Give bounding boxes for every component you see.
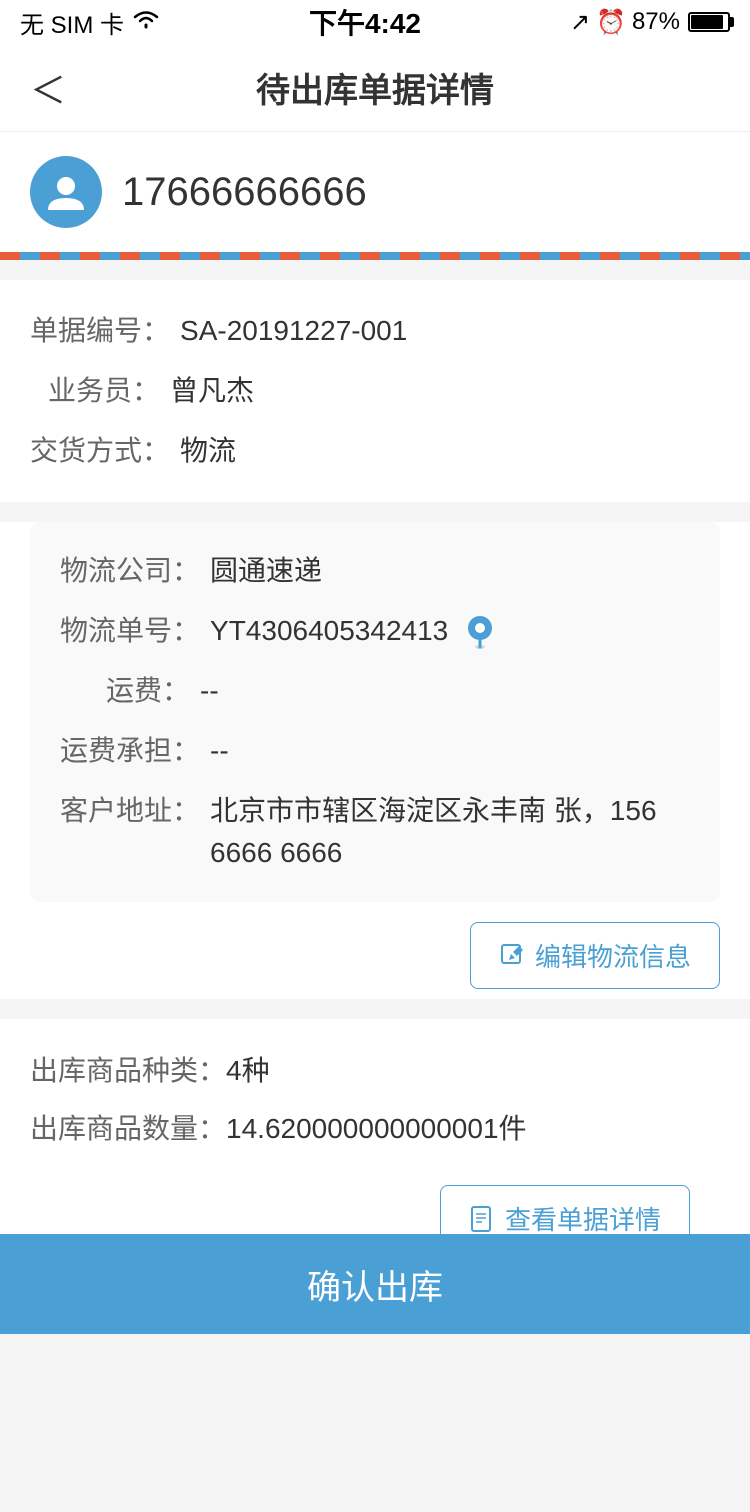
dashed-separator: [0, 252, 750, 260]
logistics-tracking-row: 物流单号： YT4306405342413: [60, 610, 690, 652]
logistics-freight-bearer-value: --: [210, 730, 690, 772]
document-icon: [469, 1205, 497, 1233]
salesman-label: 业务员：: [30, 370, 170, 412]
delivery-value: 物流: [180, 430, 720, 472]
logistics-section: 物流公司： 圆通速递 物流单号： YT4306405342413 运费： -- …: [0, 522, 750, 999]
confirm-bar[interactable]: 确认出库: [0, 1234, 750, 1334]
logistics-tracking-value: YT4306405342413: [210, 610, 690, 652]
carrier-label: 无 SIM 卡: [20, 5, 124, 40]
status-left: 无 SIM 卡: [20, 5, 160, 40]
status-right: ↗ ⏰ 87%: [570, 8, 730, 37]
location-status-icon: ↗: [570, 8, 590, 37]
logistics-address-row: 客户地址： 北京市市辖区海淀区永丰南 张，156 6666 6666: [60, 790, 690, 874]
user-header: 17666666666: [0, 132, 750, 252]
status-time: 下午4:42: [309, 2, 421, 42]
delivery-row: 交货方式： 物流: [30, 430, 720, 472]
page-title: 待出库单据详情: [256, 63, 494, 112]
logistics-card: 物流公司： 圆通速递 物流单号： YT4306405342413 运费： -- …: [30, 522, 720, 902]
user-phone: 17666666666: [122, 170, 367, 215]
goods-quantity-label: 出库商品数量：: [30, 1107, 226, 1147]
battery-percent: 87%: [632, 8, 680, 36]
logistics-freight-bearer-label: 运费承担：: [60, 730, 210, 772]
confirm-text: 确认出库: [307, 1260, 443, 1309]
avatar: [30, 156, 102, 228]
logistics-company-value: 圆通速递: [210, 550, 690, 592]
goods-types-label: 出库商品种类：: [30, 1049, 226, 1089]
nav-bar: ＜ 待出库单据详情: [0, 44, 750, 132]
logistics-address-label: 客户地址：: [60, 790, 210, 832]
order-no-value: SA-20191227-001: [180, 310, 720, 352]
order-info-section: 单据编号： SA-20191227-001 业务员： 曾凡杰 交货方式： 物流: [0, 280, 750, 502]
logistics-freight-label: 运费：: [60, 670, 200, 712]
edit-icon: [499, 942, 527, 970]
map-pin-icon[interactable]: [462, 613, 498, 649]
order-no-row: 单据编号： SA-20191227-001: [30, 310, 720, 352]
wifi-icon: [132, 8, 160, 36]
logistics-company-row: 物流公司： 圆通速递: [60, 550, 690, 592]
salesman-row: 业务员： 曾凡杰: [30, 370, 720, 412]
edit-logistics-button[interactable]: 编辑物流信息: [470, 922, 720, 989]
logistics-freight-bearer-row: 运费承担： --: [60, 730, 690, 772]
battery-icon: [688, 12, 730, 32]
salesman-value: 曾凡杰: [170, 370, 720, 412]
goods-quantity-value: 14.620000000000001件: [226, 1107, 527, 1147]
logistics-freight-value: --: [200, 670, 690, 712]
edit-logistics-container: 编辑物流信息: [0, 902, 750, 999]
goods-quantity-row: 出库商品数量： 14.620000000000001件: [30, 1107, 720, 1147]
logistics-company-label: 物流公司：: [60, 550, 210, 592]
logistics-tracking-label: 物流单号：: [60, 610, 210, 652]
alarm-status-icon: ⏰: [596, 8, 626, 37]
delivery-label: 交货方式：: [30, 430, 180, 472]
order-no-label: 单据编号：: [30, 310, 180, 352]
logistics-address-value: 北京市市辖区海淀区永丰南 张，156 6666 6666: [210, 790, 690, 874]
status-bar: 无 SIM 卡 下午4:42 ↗ ⏰ 87%: [0, 0, 750, 44]
goods-types-row: 出库商品种类： 4种: [30, 1049, 720, 1089]
logistics-freight-row: 运费： --: [60, 670, 690, 712]
back-button[interactable]: ＜: [30, 62, 66, 114]
goods-types-value: 4种: [226, 1049, 270, 1089]
